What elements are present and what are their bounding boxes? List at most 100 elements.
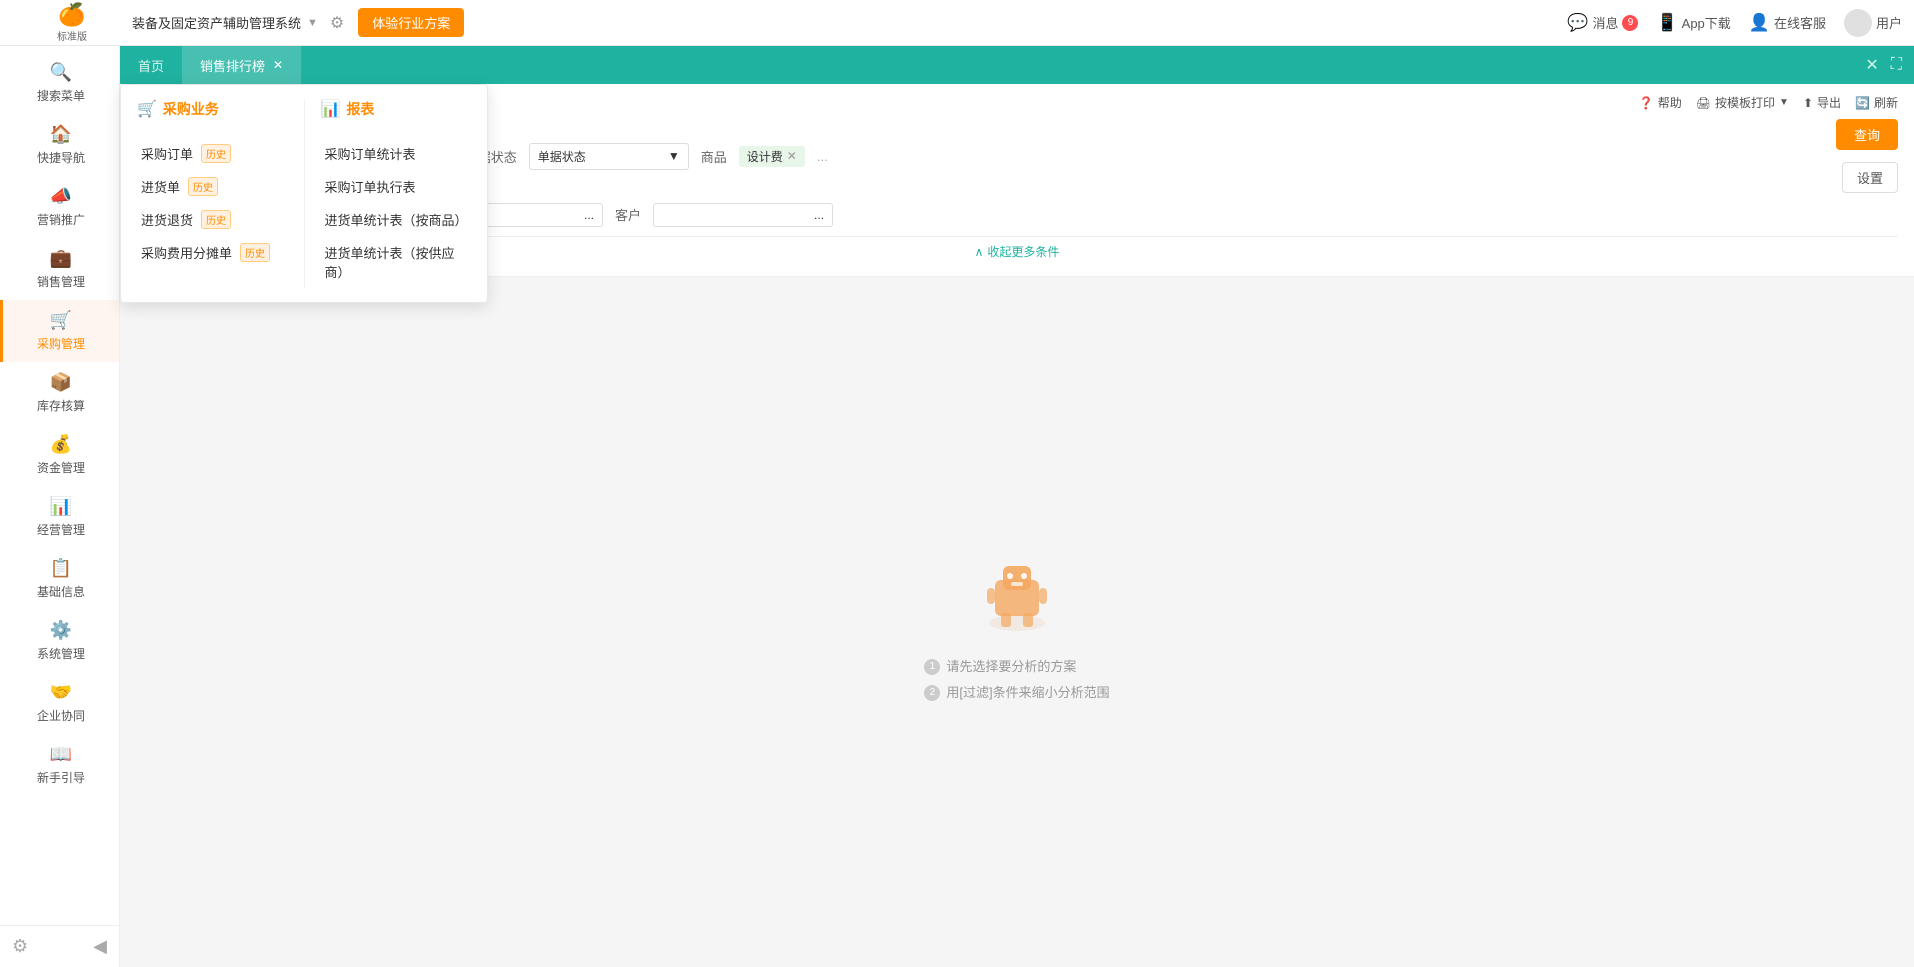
menu-item-inbound-stat-goods[interactable]: 进货单统计表（按商品） [321,203,472,236]
sidebar-label-system: 系统管理 [37,645,85,662]
goods-tag-close-icon[interactable]: ✕ [787,149,797,163]
purchase-cost-label: 采购费用分摊单 [141,243,232,262]
menu-item-inbound-return[interactable]: 进货退货 历史 [137,203,288,236]
avatar [1844,9,1872,37]
industry-btn[interactable]: 体验行业方案 [358,8,464,37]
bottom-settings-icon[interactable]: ⚙ [12,936,28,957]
purchase-icon: 🛒 [50,310,72,331]
logo-subtitle: 标准版 [57,28,87,43]
sidebar-label-base-info: 基础信息 [37,583,85,600]
purchase-order-label: 采购订单 [141,144,193,163]
sidebar-item-system[interactable]: ⚙️ 系统管理 [0,610,119,672]
sidebar-label-purchase: 采购管理 [37,335,85,352]
purchase-order-badge: 历史 [201,144,231,163]
mobile-icon: 📱 [1656,13,1677,33]
menu-item-inbound-stat-supplier[interactable]: 进货单统计表（按供应商） [321,236,472,288]
purchase-section: 🛒 采购业务 采购订单 历史 进货单 历史 进货退货 历史 采购费用分摊单 历史 [121,99,304,288]
guide-icon: 📖 [50,744,72,765]
menu-item-purchase-order-exec[interactable]: 采购订单执行表 [321,170,472,203]
topbar: 🍊 标准版 装备及固定资产辅助管理系统 ▼ ⚙ 体验行业方案 💬 消息 9 📱 … [0,0,1914,46]
print-btn[interactable]: 🖨 按模板打印 ▼ [1696,94,1789,111]
marketing-icon: 📣 [50,186,72,207]
content-area: 1 请先选择要分析的方案 2 用[过滤]条件来缩小分析范围 [120,277,1914,967]
tab-home[interactable]: 首页 [120,46,182,84]
doc-status-value: 单据状态 [538,148,586,165]
tab-expand-icon[interactable]: ⛶ [1889,54,1904,76]
online-service-btn[interactable]: 👤 在线客服 [1749,13,1826,33]
home-icon: 🏠 [50,124,72,145]
sidebar-label-marketing: 营销推广 [37,211,85,228]
goods-tag-text: 设计费 [747,148,783,165]
sidebar-item-search[interactable]: 🔍 搜索菜单 [0,52,119,114]
bottom-collapse-icon[interactable]: ◀ [93,936,107,957]
sidebar-item-base-info[interactable]: 📋 基础信息 [0,548,119,610]
title-arrow-icon[interactable]: ▼ [307,17,318,29]
tab-close-icon[interactable]: ✕ [273,58,283,72]
menu-item-purchase-cost[interactable]: 采购费用分摊单 历史 [137,236,288,269]
inbound-stat-supplier-label: 进货单统计表（按供应商） [325,243,468,281]
message-badge: 9 [1622,15,1638,31]
doc-status-select[interactable]: 单据状态 ▼ [529,143,689,170]
tip-2-num: 2 [924,685,940,701]
sidebar-item-marketing[interactable]: 📣 营销推广 [0,176,119,238]
tab-sales-rank[interactable]: 销售排行榜 ✕ [182,46,301,84]
collapse-chevron-icon: ∧ [975,245,984,259]
inbound-stat-goods-label: 进货单统计表（按商品） [325,210,468,229]
sidebar-item-operations[interactable]: 📊 经营管理 [0,486,119,548]
empty-state: 1 请先选择要分析的方案 2 用[过滤]条件来缩小分析范围 [924,538,1109,706]
help-label: 帮助 [1658,94,1682,111]
user-label: 用户 [1876,13,1902,32]
report-section: 📊 报表 采购订单统计表 采购订单执行表 进货单统计表（按商品） 进货单统计表（… [304,99,488,288]
sidebar-item-inventory[interactable]: 📦 库存核算 [0,362,119,424]
goods-tag: 设计费 ✕ [739,146,805,167]
menu-item-inbound[interactable]: 进货单 历史 [137,170,288,203]
sidebar-label-inventory: 库存核算 [37,397,85,414]
help-btn[interactable]: ❓ 帮助 [1639,94,1682,111]
user-btn[interactable]: 用户 [1844,9,1902,37]
goods-dots[interactable]: ... [817,149,828,164]
empty-illustration [967,538,1067,638]
sidebar-item-sales[interactable]: 💼 销售管理 [0,238,119,300]
sidebar-item-quick-nav[interactable]: 🏠 快捷导航 [0,114,119,176]
topbar-right: 💬 消息 9 📱 App下载 👤 在线客服 用户 [1567,9,1902,37]
print-label: 按模板打印 [1715,94,1775,111]
message-btn[interactable]: 💬 消息 9 [1567,13,1638,33]
purchase-section-label: 采购业务 [163,99,219,119]
salesman-dots: ... [584,208,594,222]
customer-select[interactable]: ... [653,203,833,227]
service-icon: 👤 [1749,13,1770,33]
empty-tips: 1 请先选择要分析的方案 2 用[过滤]条件来缩小分析范围 [924,654,1109,706]
sidebar-item-enterprise[interactable]: 🤝 企业协同 [0,672,119,734]
empty-tip-1: 1 请先选择要分析的方案 [924,654,1109,680]
query-btn[interactable]: 查询 [1836,119,1898,150]
settings-gear-icon[interactable]: ⚙ [330,13,344,33]
purchase-order-exec-label: 采购订单执行表 [325,177,416,196]
refresh-btn[interactable]: 🔄 刷新 [1855,94,1898,111]
inbound-return-badge: 历史 [201,210,231,229]
menu-item-purchase-order-stat[interactable]: 采购订单统计表 [321,137,472,170]
sidebar-item-guide[interactable]: 📖 新手引导 [0,734,119,796]
tab-home-label: 首页 [138,56,164,75]
report-section-title: 📊 报表 [321,99,472,125]
purchase-order-stat-label: 采购订单统计表 [325,144,416,163]
sidebar-label-guide: 新手引导 [37,769,85,786]
sidebar: 🔍 搜索菜单 🏠 快捷导航 📣 营销推广 💼 销售管理 🛒 采购管理 📦 库存核… [0,46,120,967]
settings-btn[interactable]: 设置 [1842,162,1898,193]
print-arrow-icon: ▼ [1779,97,1789,108]
export-btn[interactable]: ⬆ 导出 [1803,94,1841,111]
sidebar-item-finance[interactable]: 💰 资金管理 [0,424,119,486]
goods-label: 商品 [701,147,727,166]
tab-window-close-icon[interactable]: ✕ [1863,53,1880,77]
empty-tip-2: 2 用[过滤]条件来缩小分析范围 [924,680,1109,706]
menu-item-purchase-order[interactable]: 采购订单 历史 [137,137,288,170]
app-download-btn[interactable]: 📱 App下载 [1656,13,1730,33]
system-title: 装备及固定资产辅助管理系统 [132,13,301,32]
collapse-label: 收起更多条件 [987,243,1059,260]
export-icon: ⬆ [1803,96,1813,110]
inbound-return-label: 进货退货 [141,210,193,229]
app-download-label: App下载 [1682,13,1731,32]
sidebar-item-purchase[interactable]: 🛒 采购管理 [0,300,119,362]
tabbar-right: ✕ ⛶ [1863,53,1914,77]
inbound-label: 进货单 [141,177,180,196]
purchase-dropdown-menu: 🛒 采购业务 采购订单 历史 进货单 历史 进货退货 历史 采购费用分摊单 历史 [120,84,488,303]
